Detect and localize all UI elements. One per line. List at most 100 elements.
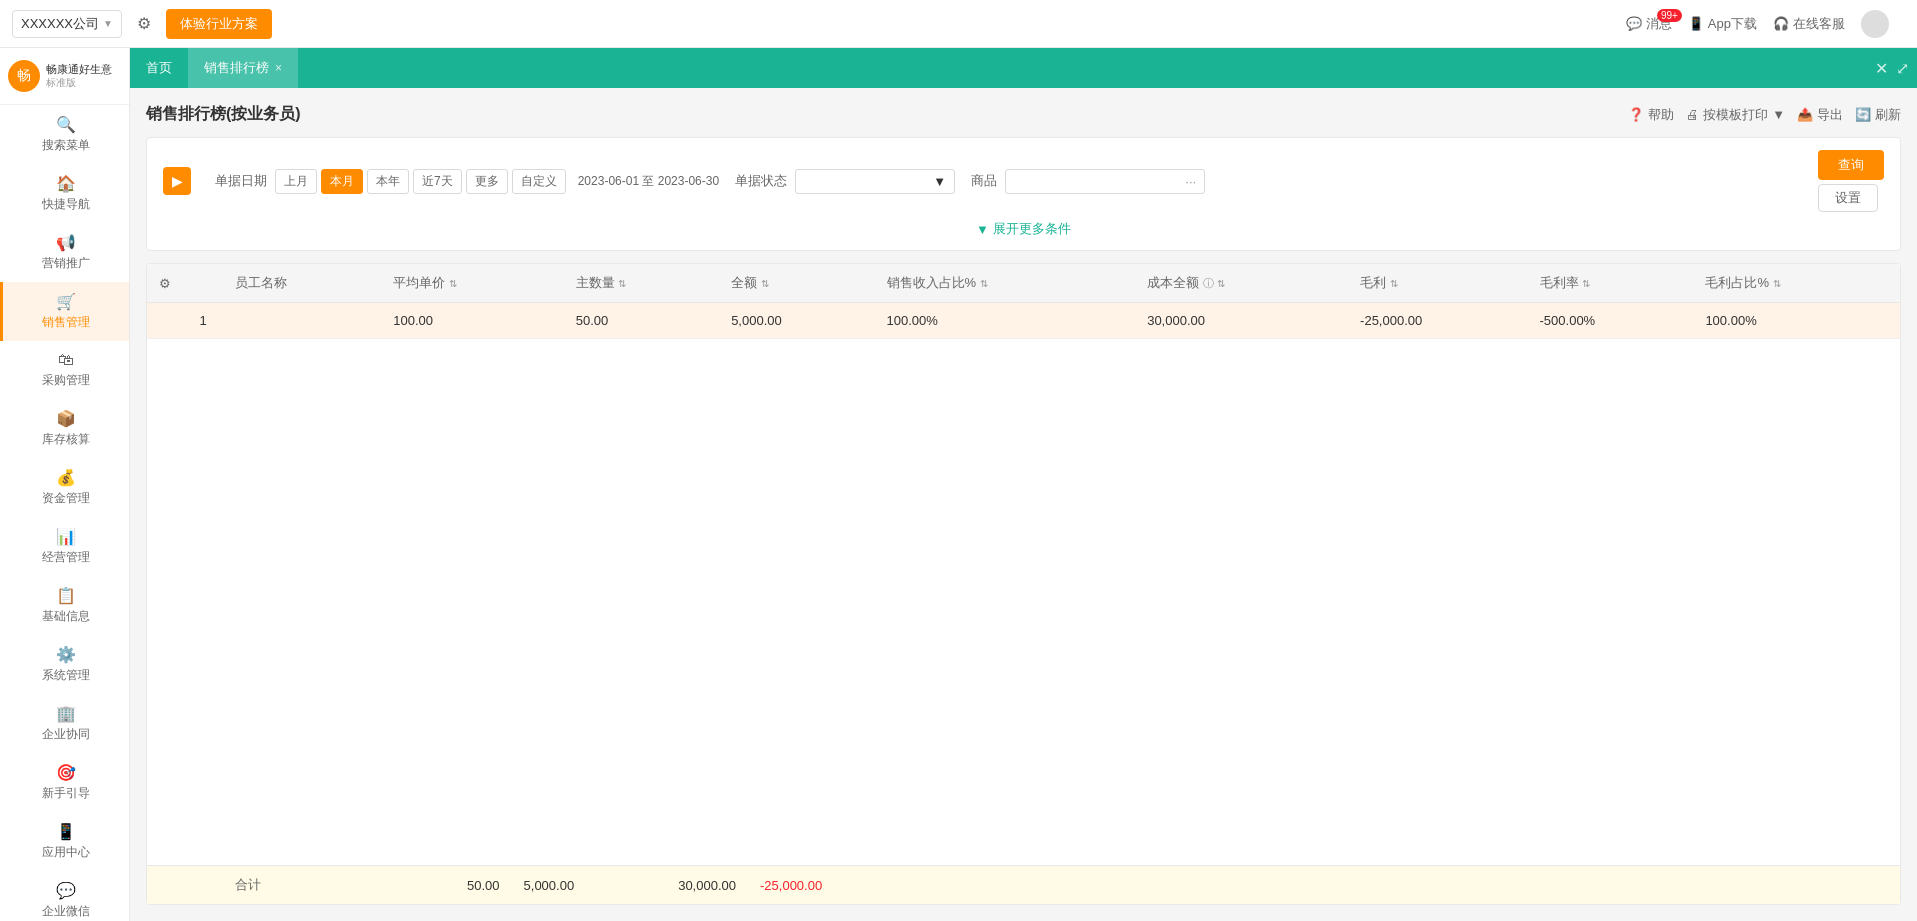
table-header-row: ⚙ 员工名称 平均单价 ⇅ 主数量 ⇅ 全额 ⇅ 销售收入占比% ⇅ 成本全额 … — [147, 264, 1900, 303]
print-button[interactable]: 🖨 按模板打印 ▼ — [1686, 106, 1785, 124]
sidebar: 畅 畅康通好生意 标准版 🔍 搜索菜单 🏠 快捷导航 📢 营销推广 🛒 销售管理… — [0, 48, 130, 921]
home-icon: 🏠 — [56, 174, 76, 193]
logo-area: 畅 畅康通好生意 标准版 — [0, 48, 129, 105]
export-button[interactable]: 📤 导出 — [1797, 106, 1843, 124]
sidebar-label-system: 系统管理 — [42, 667, 90, 684]
page-content: 销售排行榜(按业务员) ❓ 帮助 🖨 按模板打印 ▼ 📤 导出 — [130, 88, 1917, 921]
col-avg-price[interactable]: 平均单价 ⇅ — [381, 264, 563, 303]
col-gross[interactable]: 毛利 ⇅ — [1348, 264, 1527, 303]
date-prev-month-btn[interactable]: 上月 — [275, 169, 317, 194]
sidebar-item-basic-info[interactable]: 📋 基础信息 — [0, 576, 129, 635]
message-button[interactable]: 💬 消息 99+ — [1626, 15, 1672, 33]
basic-info-icon: 📋 — [56, 586, 76, 605]
settings-icon[interactable]: ⚙ — [130, 10, 158, 38]
filter-area: ▶ 单据日期 上月 本月 本年 近7天 更多 自定义 2023-06-01 至 … — [146, 137, 1901, 251]
expand-more-button[interactable]: ▼ 展开更多条件 — [976, 220, 1071, 238]
system-icon: ⚙️ — [56, 645, 76, 664]
sidebar-label-inventory: 库存核算 — [42, 431, 90, 448]
col-name: 员工名称 — [223, 264, 381, 303]
app-download-button[interactable]: 📱 App下载 — [1688, 15, 1757, 33]
sidebar-item-inventory[interactable]: 📦 库存核算 — [0, 399, 129, 458]
settings-button[interactable]: 设置 — [1818, 184, 1878, 212]
col-gross-rate[interactable]: 毛利率 ⇅ — [1528, 264, 1694, 303]
sidebar-item-search[interactable]: 🔍 搜索菜单 — [0, 105, 129, 164]
col-settings[interactable]: ⚙ — [147, 264, 183, 303]
cell-gross-ratio: 100.00% — [1693, 303, 1900, 339]
header-actions: ❓ 帮助 🖨 按模板打印 ▼ 📤 导出 🔄 刷新 — [1628, 106, 1901, 124]
goods-input[interactable]: ··· — [1005, 169, 1205, 194]
date-more-btn[interactable]: 更多 — [466, 169, 508, 194]
print-chevron-icon: ▼ — [1772, 107, 1785, 122]
sidebar-label-guide: 新手引导 — [42, 785, 90, 802]
sidebar-item-app-center[interactable]: 📱 应用中心 — [0, 812, 129, 871]
tab-right-actions: ✕ ⤢ — [1875, 59, 1917, 78]
col-gross-ratio[interactable]: 毛利占比% ⇅ — [1693, 264, 1900, 303]
sidebar-item-weixin[interactable]: 💬 企业微信 — [0, 871, 129, 921]
date-range: 2023-06-01 至 2023-06-30 — [578, 173, 719, 190]
message-icon: 💬 — [1626, 16, 1642, 31]
tab-close-window-icon[interactable]: ✕ — [1875, 59, 1888, 78]
cell-rank: 1 — [183, 303, 223, 339]
logo-icon: 畅 — [8, 60, 40, 92]
purchase-icon: 🛍 — [58, 351, 74, 369]
col-quantity[interactable]: 主数量 ⇅ — [564, 264, 719, 303]
col-cost[interactable]: 成本全额 ⓘ ⇅ — [1135, 264, 1348, 303]
help-icon: ❓ — [1628, 107, 1644, 122]
service-icon: 🎧 — [1773, 16, 1789, 31]
sidebar-item-marketing[interactable]: 📢 营销推广 — [0, 223, 129, 282]
status-chevron-icon: ▼ — [933, 174, 946, 189]
status-label: 单据状态 — [735, 172, 787, 190]
app-icon: 📱 — [1688, 16, 1704, 31]
top-right-area: 💬 消息 99+ 📱 App下载 🎧 在线客服 — [1626, 10, 1905, 38]
tab-sales-ranking[interactable]: 销售排行榜 × — [188, 48, 298, 88]
goods-more-icon: ··· — [1185, 174, 1196, 189]
cell-gross-rate: -500.00% — [1528, 303, 1694, 339]
filter-status: 单据状态 ▼ — [735, 169, 955, 194]
page-header: 销售排行榜(按业务员) ❓ 帮助 🖨 按模板打印 ▼ 📤 导出 — [146, 104, 1901, 125]
trial-button[interactable]: 体验行业方案 — [166, 9, 272, 39]
status-select[interactable]: ▼ — [795, 169, 955, 194]
filter-date: 单据日期 上月 本月 本年 近7天 更多 自定义 2023-06-01 至 20… — [215, 169, 719, 194]
weixin-icon: 💬 — [56, 881, 76, 900]
marketing-icon: 📢 — [56, 233, 76, 252]
service-label: 在线客服 — [1793, 15, 1845, 33]
footer-avg-spacer — [355, 878, 455, 893]
tab-close-icon[interactable]: × — [275, 61, 282, 75]
search-icon: 🔍 — [56, 115, 76, 134]
sidebar-item-guide[interactable]: 🎯 新手引导 — [0, 753, 129, 812]
sidebar-item-sales[interactable]: 🛒 销售管理 — [0, 282, 129, 341]
sidebar-item-purchase[interactable]: 🛍 采购管理 — [0, 341, 129, 399]
sidebar-item-finance[interactable]: 💰 资金管理 — [0, 458, 129, 517]
tab-maximize-icon[interactable]: ⤢ — [1896, 59, 1909, 78]
sidebar-item-enterprise[interactable]: 🏢 企业协同 — [0, 694, 129, 753]
footer-cost: 30,000.00 — [666, 878, 748, 893]
footer-cells: 50.00 5,000.00 30,000.00 -25,000.00 — [355, 878, 1888, 893]
message-badge: 99+ — [1657, 9, 1682, 22]
date-current-month-btn[interactable]: 本月 — [321, 169, 363, 194]
col-amount[interactable]: 全额 ⇅ — [719, 264, 874, 303]
help-button[interactable]: ❓ 帮助 — [1628, 106, 1674, 124]
top-bar: XXXXXX公司 ▼ ⚙ 体验行业方案 💬 消息 99+ 📱 App下载 🎧 在… — [0, 0, 1917, 48]
sidebar-item-quick-nav[interactable]: 🏠 快捷导航 — [0, 164, 129, 223]
tab-home[interactable]: 首页 — [130, 48, 188, 88]
export-icon: 📤 — [1797, 107, 1813, 122]
footer-sales-ratio-spacer — [586, 878, 666, 893]
online-service-button[interactable]: 🎧 在线客服 — [1773, 15, 1845, 33]
refresh-button[interactable]: 🔄 刷新 — [1855, 106, 1901, 124]
query-button[interactable]: 查询 — [1818, 150, 1884, 180]
company-selector[interactable]: XXXXXX公司 ▼ — [12, 10, 122, 38]
expand-arrow-button[interactable]: ▶ — [163, 167, 191, 195]
sidebar-label-operation: 经营管理 — [42, 549, 90, 566]
sidebar-item-operation[interactable]: 📊 经营管理 — [0, 517, 129, 576]
sidebar-item-system[interactable]: ⚙️ 系统管理 — [0, 635, 129, 694]
date-current-year-btn[interactable]: 本年 — [367, 169, 409, 194]
table-row: 1 100.00 50.00 5,000.00 100.00% 30,000.0… — [147, 303, 1900, 339]
avatar[interactable] — [1861, 10, 1889, 38]
date-7days-btn[interactable]: 近7天 — [413, 169, 462, 194]
filter-goods: 商品 ··· — [971, 169, 1205, 194]
col-sales-ratio[interactable]: 销售收入占比% ⇅ — [875, 264, 1136, 303]
date-custom-btn[interactable]: 自定义 — [512, 169, 566, 194]
sidebar-label-marketing: 营销推广 — [42, 255, 90, 272]
footer-label: 合计 — [235, 876, 355, 894]
app-center-icon: 📱 — [56, 822, 76, 841]
